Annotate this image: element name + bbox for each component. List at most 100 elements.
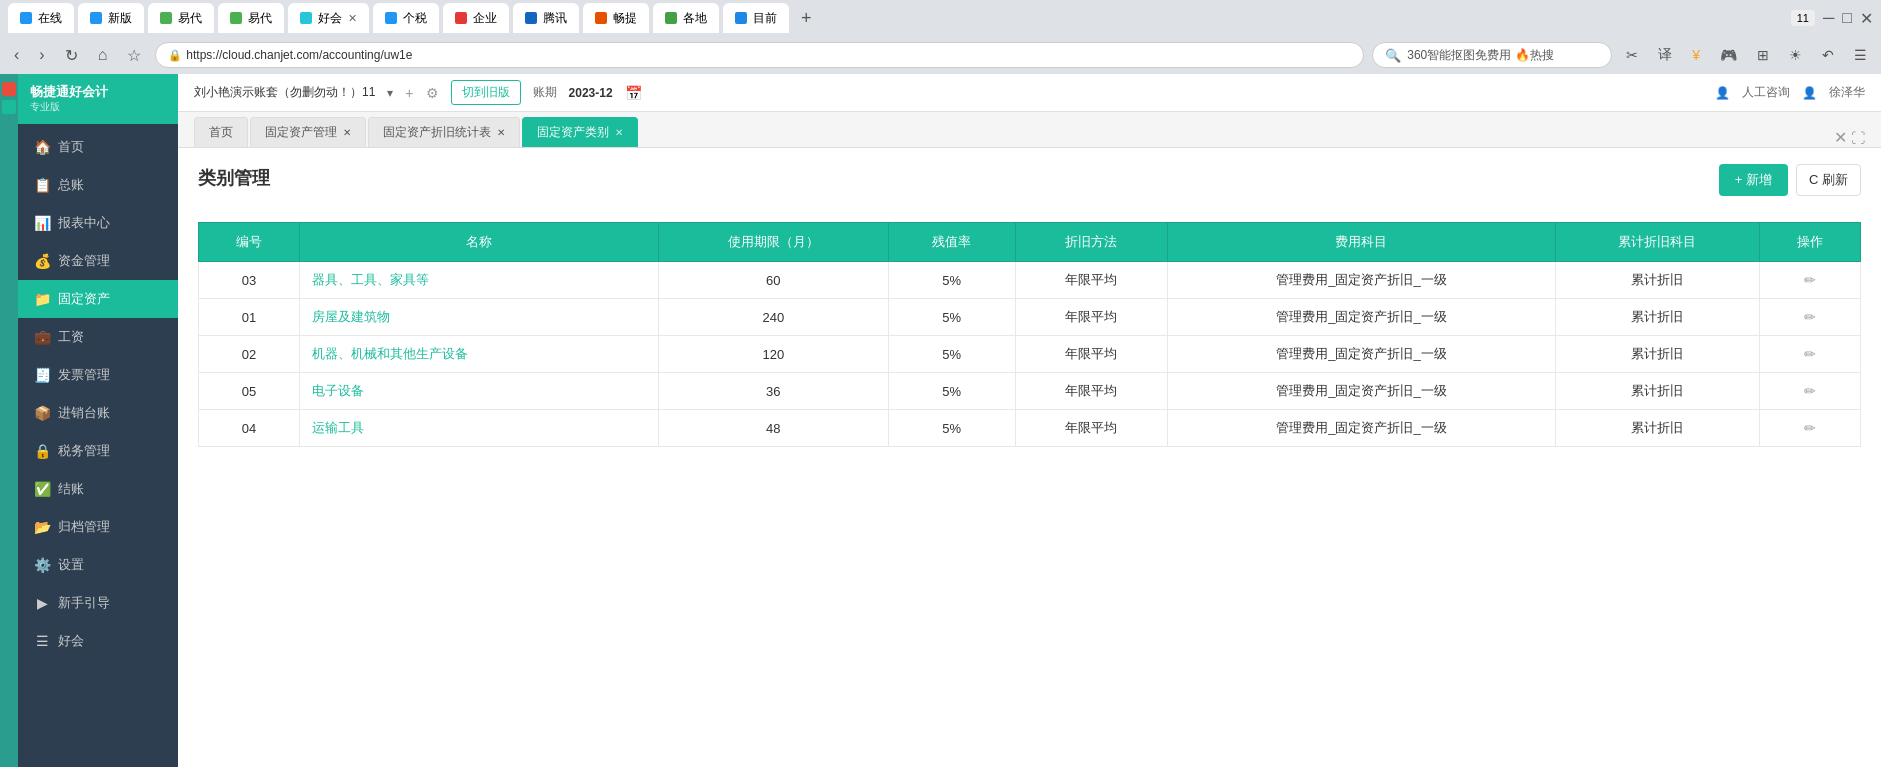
- sidebar-item-purchase-sales[interactable]: 📦 进销台账: [18, 394, 178, 432]
- cell-action-1: ✏: [1759, 299, 1860, 336]
- browser-tab-close-5[interactable]: ✕: [348, 12, 357, 25]
- cell-name-4[interactable]: 运输工具: [300, 410, 659, 447]
- refresh-button[interactable]: C 刷新: [1796, 164, 1861, 196]
- sidebar-label-invoices: 发票管理: [58, 366, 110, 384]
- sidebar-item-finance[interactable]: 💰 资金管理: [18, 242, 178, 280]
- switch-to-old-version-button[interactable]: 切到旧版: [451, 80, 521, 105]
- tab-bar: 首页 固定资产管理 ✕ 固定资产折旧统计表 ✕ 固定资产类别 ✕ ✕ ⛶: [178, 112, 1881, 148]
- search-text[interactable]: 360智能抠图免费用 🔥热搜: [1407, 47, 1553, 64]
- sidebar-item-reports[interactable]: 📊 报表中心: [18, 204, 178, 242]
- calendar-icon[interactable]: 📅: [625, 85, 642, 101]
- cell-action-2: ✏: [1759, 336, 1860, 373]
- sidebar-item-archive[interactable]: 📂 归档管理: [18, 508, 178, 546]
- new-tab-button[interactable]: +: [793, 6, 820, 31]
- tab-label-11: 目前: [753, 10, 777, 27]
- edit-button-1[interactable]: ✏: [1804, 309, 1816, 325]
- tab-favicon-9: [595, 12, 607, 24]
- browser-tab-11[interactable]: 目前: [723, 3, 789, 33]
- tab-home[interactable]: 首页: [194, 117, 248, 147]
- tab-ds-label: 固定资产折旧统计表: [383, 124, 491, 141]
- sidebar-label-archive: 归档管理: [58, 518, 110, 536]
- currency-icon[interactable]: ¥: [1686, 45, 1706, 65]
- username-display: 徐泽华: [1829, 84, 1865, 101]
- logo-sub: 专业版: [30, 100, 108, 114]
- game-icon[interactable]: 🎮: [1714, 45, 1743, 65]
- sidebar-label-closing: 结账: [58, 480, 84, 498]
- browser-tab-2[interactable]: 新版: [78, 3, 144, 33]
- sidebar-item-haohui[interactable]: ☰ 好会: [18, 622, 178, 660]
- col-header-period: 使用期限（月）: [658, 223, 888, 262]
- tab-asset-categories[interactable]: 固定资产类别 ✕: [522, 117, 638, 147]
- sidebar-item-tax[interactable]: 🔒 税务管理: [18, 432, 178, 470]
- undo-icon[interactable]: ↶: [1816, 45, 1840, 65]
- tab-favicon-4: [230, 12, 242, 24]
- edit-button-4[interactable]: ✏: [1804, 420, 1816, 436]
- tab-ac-close[interactable]: ✕: [615, 127, 623, 138]
- browser-tab-3[interactable]: 易代: [148, 3, 214, 33]
- browser-tab-9[interactable]: 畅提: [583, 3, 649, 33]
- tab-depreciation-stats[interactable]: 固定资产折旧统计表 ✕: [368, 117, 520, 147]
- expand-content-button[interactable]: ⛶: [1851, 130, 1865, 146]
- tab-label-1: 在线: [38, 10, 62, 27]
- browser-tab-8[interactable]: 腾讯: [513, 3, 579, 33]
- tab-fixed-assets-management[interactable]: 固定资产管理 ✕: [250, 117, 366, 147]
- cell-name-1[interactable]: 房屋及建筑物: [300, 299, 659, 336]
- browser-tab-10[interactable]: 各地: [653, 3, 719, 33]
- menu-icon[interactable]: ☰: [1848, 45, 1873, 65]
- cell-name-3[interactable]: 电子设备: [300, 373, 659, 410]
- user-dropdown-button[interactable]: ▾: [387, 86, 393, 100]
- cell-id-4: 04: [199, 410, 300, 447]
- sidebar-item-general-ledger[interactable]: 📋 总账: [18, 166, 178, 204]
- bookmark-button[interactable]: ☆: [121, 44, 147, 67]
- browser-tab-5[interactable]: 好会 ✕: [288, 3, 369, 33]
- back-button[interactable]: ‹: [8, 44, 25, 66]
- settings-header-button[interactable]: ⚙: [426, 85, 439, 101]
- support-label[interactable]: 人工咨询: [1742, 84, 1790, 101]
- app-wrapper: 畅捷通好会计 专业版 🏠 首页 📋 总账 📊 报表中心 💰 资金管理 �: [0, 74, 1881, 767]
- add-button[interactable]: +: [405, 85, 413, 101]
- col-header-expense: 费用科目: [1168, 223, 1555, 262]
- settings-gear-icon: ⚙️: [34, 557, 50, 573]
- home-button[interactable]: ⌂: [92, 44, 114, 66]
- address-bar[interactable]: 🔒 https://cloud.chanjet.com/accounting/u…: [155, 42, 1364, 68]
- sidebar-label-payroll: 工资: [58, 328, 84, 346]
- sidebar-item-closing[interactable]: ✅ 结账: [18, 470, 178, 508]
- col-header-name: 名称: [300, 223, 659, 262]
- sidebar-item-fixed-assets[interactable]: 📁 固定资产: [18, 280, 178, 318]
- sidebar-logo: 畅捷通好会计 专业版: [18, 74, 178, 124]
- sidebar-label-guide: 新手引导: [58, 594, 110, 612]
- sidebar-item-home[interactable]: 🏠 首页: [18, 128, 178, 166]
- scissors-icon[interactable]: ✂: [1620, 45, 1644, 65]
- minimize-button[interactable]: ─: [1823, 9, 1834, 27]
- cell-method-2: 年限平均: [1015, 336, 1168, 373]
- sidebar-item-guide[interactable]: ▶ 新手引导: [18, 584, 178, 622]
- sidebar-item-settings[interactable]: ⚙️ 设置: [18, 546, 178, 584]
- cell-id-3: 05: [199, 373, 300, 410]
- reload-button[interactable]: ↻: [59, 44, 84, 67]
- cell-name-0[interactable]: 器具、工具、家具等: [300, 262, 659, 299]
- close-all-tabs-button[interactable]: ✕: [1834, 128, 1847, 147]
- edit-button-2[interactable]: ✏: [1804, 346, 1816, 362]
- browser-tab-6[interactable]: 个税: [373, 3, 439, 33]
- cell-name-2[interactable]: 机器、机械和其他生产设备: [300, 336, 659, 373]
- sidebar-item-invoices[interactable]: 🧾 发票管理: [18, 356, 178, 394]
- browser-tab-4[interactable]: 易代: [218, 3, 284, 33]
- browser-tab-7[interactable]: 企业: [443, 3, 509, 33]
- edit-button-0[interactable]: ✏: [1804, 272, 1816, 288]
- add-category-button[interactable]: + 新增: [1719, 164, 1788, 196]
- grid-icon[interactable]: ⊞: [1751, 45, 1775, 65]
- browser-tab-1[interactable]: 在线: [8, 3, 74, 33]
- close-button[interactable]: ✕: [1860, 9, 1873, 28]
- maximize-button[interactable]: □: [1842, 9, 1852, 27]
- tab-fam-close[interactable]: ✕: [343, 127, 351, 138]
- cell-method-0: 年限平均: [1015, 262, 1168, 299]
- forward-button[interactable]: ›: [33, 44, 50, 66]
- browser-chrome: 在线 新版 易代 易代 好会 ✕ 个税 企业 腾讯 畅提 各地 目前 +: [0, 0, 1881, 36]
- sidebar-label-assets: 固定资产: [58, 290, 110, 308]
- translate-icon[interactable]: 译: [1652, 44, 1678, 66]
- settings-icon[interactable]: ☀: [1783, 45, 1808, 65]
- edit-button-3[interactable]: ✏: [1804, 383, 1816, 399]
- main-content: 类别管理 + 新增 C 刷新 编号 名称 使用期限（月） 残值率 折旧方法 费用…: [178, 148, 1881, 767]
- sidebar-item-payroll[interactable]: 💼 工资: [18, 318, 178, 356]
- tab-ds-close[interactable]: ✕: [497, 127, 505, 138]
